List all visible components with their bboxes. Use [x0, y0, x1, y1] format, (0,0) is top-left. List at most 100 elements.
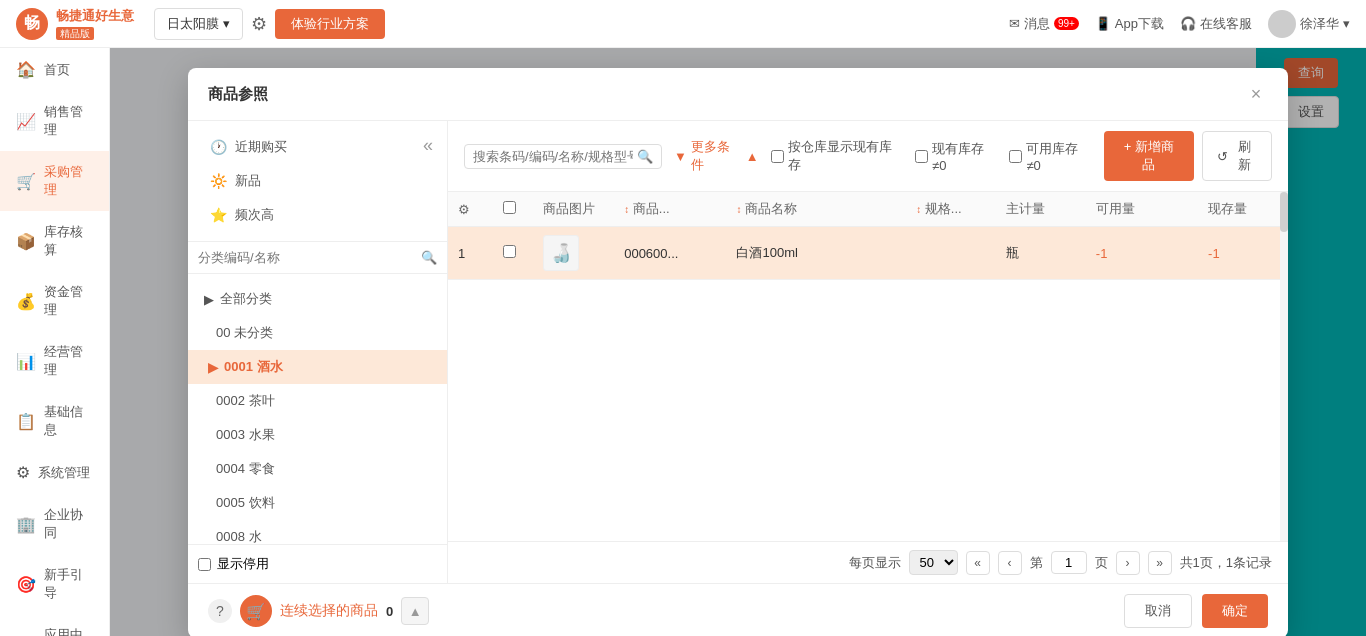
- tree-item-unclassified[interactable]: 00 未分类: [188, 316, 447, 350]
- th-img: 商品图片: [533, 192, 614, 227]
- tree-item-beverages[interactable]: 0005 饮料: [188, 486, 447, 520]
- modal-footer: ? 🛒 连续选择的商品 0 ▲ 取消 确定: [188, 583, 1288, 636]
- warehouse-display-checkbox[interactable]: [771, 150, 784, 163]
- th-settings: ⚙: [448, 192, 493, 227]
- sidebar-item-guide[interactable]: 🎯 新手引导: [0, 554, 109, 614]
- select-all-checkbox[interactable]: [503, 201, 516, 214]
- product-table: ⚙ 商品图片: [448, 192, 1288, 280]
- page-input[interactable]: [1051, 551, 1087, 574]
- tree-item-liquor[interactable]: ▶ 0001 酒水: [188, 350, 447, 384]
- left-panel: 🕐 近期购买 🔆 新品 ⭐ 频次高: [188, 121, 448, 583]
- sidebar-item-apps[interactable]: 📱 应用中心: [0, 614, 109, 636]
- messages-button[interactable]: ✉ 消息 99+: [1009, 15, 1079, 33]
- table-body: 1 🍶: [448, 227, 1288, 280]
- next-page-button[interactable]: ›: [1116, 551, 1140, 575]
- collapse-up-button[interactable]: ▲: [401, 597, 429, 625]
- sidebar-item-home[interactable]: 🏠 首页: [0, 48, 109, 91]
- home-icon: 🏠: [16, 60, 36, 79]
- add-product-button[interactable]: + 新增商品: [1104, 131, 1194, 181]
- sidebar-item-purchase[interactable]: 🛒 采购管理: [0, 151, 109, 211]
- product-search-icon[interactable]: 🔍: [637, 149, 653, 164]
- product-code-cell: 000600...: [614, 227, 726, 280]
- sidebar: 🏠 首页 📈 销售管理 🛒 采购管理 📦 库存核算 💰 资金管理 📊 经营管理 …: [0, 48, 110, 636]
- online-service-button[interactable]: 🎧 在线客服: [1180, 15, 1252, 33]
- filter-icon: ▼: [674, 149, 687, 164]
- product-reference-modal: 商品参照 × 🕐 近期购买: [188, 68, 1288, 636]
- sidebar-item-operations[interactable]: 📊 经营管理: [0, 331, 109, 391]
- tree-arrow-liquor: ▶: [208, 360, 218, 375]
- sidebar-item-base-info[interactable]: 📋 基础信息: [0, 391, 109, 451]
- category-search-input[interactable]: [198, 250, 415, 265]
- warehouse-display-checkbox-label[interactable]: 按仓库显示现有库存: [771, 138, 903, 174]
- cancel-button[interactable]: 取消: [1124, 594, 1192, 628]
- product-avail-cell: -1: [1086, 227, 1198, 280]
- product-thumbnail-cell: 🍶: [533, 227, 614, 280]
- help-button[interactable]: ?: [208, 599, 232, 623]
- sidebar-item-sales[interactable]: 📈 销售管理: [0, 91, 109, 151]
- th-name[interactable]: ↕ 商品名称: [726, 192, 906, 227]
- top-nav: 畅 畅捷通好生意 精品版 日太阳膜 ▾ ⚙ 体验行业方案 ✉ 消息 99+ 📱 …: [0, 0, 1366, 48]
- table-row[interactable]: 1 🍶: [448, 227, 1288, 280]
- right-toolbar: 🔍 ▼ 更多条件 ▲ 按仓库显示现有库存: [448, 121, 1288, 192]
- page-info: 共1页，1条记录: [1180, 554, 1272, 572]
- user-menu[interactable]: 徐泽华 ▾: [1268, 10, 1350, 38]
- prev-page-button[interactable]: ‹: [998, 551, 1022, 575]
- scrollbar-thumb[interactable]: [1280, 192, 1288, 232]
- show-disabled-checkbox[interactable]: [198, 558, 211, 571]
- avail-stock-checkbox[interactable]: [1009, 150, 1022, 163]
- category-search-button[interactable]: 🔍: [421, 250, 437, 265]
- sidebar-item-finance[interactable]: 💰 资金管理: [0, 271, 109, 331]
- product-name-cell: 白酒100ml: [726, 227, 906, 280]
- tab-new-products[interactable]: 🔆 新品: [198, 165, 419, 197]
- avail-stock-checkbox-label[interactable]: 可用库存≠0: [1009, 140, 1091, 173]
- page-size-select[interactable]: 50: [909, 550, 958, 575]
- row-checkbox[interactable]: [503, 245, 516, 258]
- th-spec[interactable]: ↕ 规格...: [906, 192, 996, 227]
- product-search-wrap: 🔍: [464, 144, 662, 169]
- settings-col-icon: ⚙: [458, 202, 470, 217]
- tab-recent-purchase[interactable]: 🕐 近期购买: [198, 131, 419, 163]
- trial-button[interactable]: 体验行业方案: [275, 9, 385, 39]
- product-search-input[interactable]: [473, 149, 633, 164]
- clock-icon: 🕐: [210, 139, 227, 155]
- settings-icon-button[interactable]: ⚙: [243, 8, 275, 40]
- row-checkbox-cell: [493, 227, 533, 280]
- current-stock-checkbox-label[interactable]: 现有库存≠0: [915, 140, 997, 173]
- refresh-button[interactable]: ↺ C 刷新 刷新: [1202, 131, 1272, 181]
- sidebar-item-enterprise[interactable]: 🏢 企业协同: [0, 494, 109, 554]
- star-icon: ⭐: [210, 207, 227, 223]
- phone-icon: 📱: [1095, 16, 1111, 31]
- main-layout: 🏠 首页 📈 销售管理 🛒 采购管理 📦 库存核算 💰 资金管理 📊 经营管理 …: [0, 48, 1366, 636]
- nav-dropdown[interactable]: 日太阳膜 ▾: [154, 8, 243, 40]
- confirm-button[interactable]: 确定: [1202, 594, 1268, 628]
- sidebar-item-inventory[interactable]: 📦 库存核算: [0, 211, 109, 271]
- cart-button[interactable]: 🛒: [240, 595, 272, 627]
- collapse-left-button[interactable]: «: [419, 131, 437, 160]
- tree-item-snacks[interactable]: 0004 零食: [188, 452, 447, 486]
- app-download-button[interactable]: 📱 App下载: [1095, 15, 1164, 33]
- finance-icon: 💰: [16, 292, 36, 311]
- sidebar-item-system[interactable]: ⚙ 系统管理: [0, 451, 109, 494]
- tree-item-all[interactable]: ▶ 全部分类: [188, 282, 447, 316]
- first-page-button[interactable]: «: [966, 551, 990, 575]
- tree-item-fruit[interactable]: 0003 水果: [188, 418, 447, 452]
- pagination-area: 每页显示 50 « ‹ 第 页 › » 共1页，1条记录: [448, 541, 1288, 583]
- tree-item-tea[interactable]: 0002 茶叶: [188, 384, 447, 418]
- scrollbar-track[interactable]: [1280, 192, 1288, 541]
- current-stock-checkbox[interactable]: [915, 150, 928, 163]
- tab-frequent[interactable]: ⭐ 频次高: [198, 199, 419, 231]
- left-panel-footer: 显示停用: [188, 544, 447, 583]
- product-thumbnail: 🍶: [543, 235, 579, 271]
- product-table-wrap: ⚙ 商品图片: [448, 192, 1288, 541]
- chevron-up-icon: ▲: [746, 149, 759, 164]
- logo-icon: 畅: [16, 8, 48, 40]
- last-page-button[interactable]: »: [1148, 551, 1172, 575]
- tree-item-water[interactable]: 0008 水: [188, 520, 447, 544]
- sort-code-icon: ↕: [624, 204, 629, 215]
- show-disabled-label: 显示停用: [217, 555, 269, 573]
- row-num: 1: [448, 227, 493, 280]
- th-code[interactable]: ↕ 商品...: [614, 192, 726, 227]
- modal-close-button[interactable]: ×: [1244, 82, 1268, 106]
- more-filters-button[interactable]: ▼ 更多条件 ▲: [674, 138, 759, 174]
- th-avail: 可用量: [1086, 192, 1198, 227]
